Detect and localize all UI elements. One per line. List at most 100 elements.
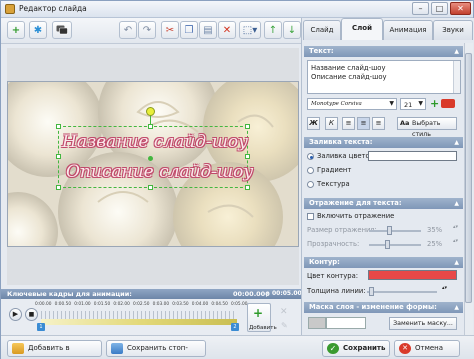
texture-radio[interactable] — [307, 181, 314, 188]
edit-keyframe-icon[interactable]: ✎ — [281, 321, 288, 330]
timeline-tick-label: 0:00.50 — [54, 302, 72, 307]
template-icon — [12, 343, 24, 354]
resize-handle-tr[interactable] — [245, 124, 250, 129]
collapse-icon: ▲ — [454, 200, 459, 207]
reflection-section-header[interactable]: Отражение для текста: ▲ — [304, 198, 463, 209]
keyframe-marker-start[interactable]: 1 — [37, 323, 45, 331]
minimize-icon[interactable]: – — [412, 2, 429, 15]
text-content-field[interactable]: Название слайд-шоу Описание слайд-шоу — [307, 60, 461, 94]
bottom-bar: Добавить в шаблоны Сохранить стоп-кадр ✓… — [1, 335, 474, 359]
title-bar: Редактор слайда – □ ✕ — [1, 1, 473, 18]
tab-slide[interactable]: Слайд — [303, 20, 341, 40]
texture-label: Текстура — [317, 180, 350, 188]
mask-section-header[interactable]: Маска слоя - изменение формы: ▲ — [304, 302, 463, 313]
close-icon[interactable]: ✕ — [450, 2, 471, 15]
align-left-icon[interactable]: ≡ — [342, 117, 355, 130]
add-to-templates-button[interactable]: Добавить в шаблоны — [7, 340, 102, 357]
center-point[interactable] — [148, 156, 153, 161]
resize-handle-tl[interactable] — [56, 124, 61, 129]
rotate-handle[interactable] — [146, 107, 155, 116]
fill-color-swatch[interactable] — [368, 151, 457, 161]
font-select[interactable]: Monotype Corsiva ▼ — [307, 98, 397, 110]
delete-icon[interactable]: ✕ — [218, 21, 236, 39]
collapse-icon: ▲ — [454, 259, 459, 266]
choose-style-button[interactable]: Aa Выбрать стиль — [397, 117, 457, 138]
play-icon[interactable]: ▶ — [9, 308, 22, 321]
save-frame-button[interactable]: Сохранить стоп-кадр — [106, 340, 206, 357]
save-frame-label: Сохранить стоп-кадр — [127, 344, 188, 352]
cancel-label: Отмена — [415, 344, 444, 352]
reflection-opacity-label: Прозрачность: — [307, 240, 360, 248]
timeline-tick-label: 0:01.50 — [93, 302, 111, 307]
outline-color-swatch[interactable] — [368, 270, 457, 280]
text-scrollbar[interactable] — [453, 61, 460, 93]
outline-color-label: Цвет контура: — [307, 272, 359, 280]
chat-icon[interactable] — [52, 21, 72, 39]
change-mask-button[interactable]: Заменить маску... — [389, 317, 457, 330]
undo-icon[interactable]: ↶ — [119, 21, 137, 39]
maximize-icon[interactable]: □ — [431, 2, 448, 15]
resize-handle-r[interactable] — [245, 154, 250, 159]
collapse-icon: ▲ — [454, 304, 459, 311]
panel-scroll-thumb[interactable] — [465, 53, 472, 303]
star-icon[interactable]: ✱ — [29, 21, 47, 39]
redo-icon[interactable]: ↷ — [138, 21, 156, 39]
paste-icon[interactable]: ▤ — [199, 21, 217, 39]
decrease-font-icon[interactable] — [441, 99, 455, 108]
chevron-down-icon: ▼ — [418, 100, 423, 107]
copy-icon[interactable]: ❐ — [180, 21, 198, 39]
reflection-opacity-thumb[interactable] — [385, 240, 390, 249]
tab-sounds[interactable]: Звуки — [433, 20, 473, 40]
cut-icon[interactable]: ✂ — [161, 21, 179, 39]
keyframe-track[interactable] — [41, 319, 237, 325]
keyframe-marker-end[interactable]: 2 — [231, 323, 239, 331]
italic-icon[interactable]: К — [325, 117, 338, 130]
delete-keyframe-icon[interactable]: ✕ — [280, 307, 288, 317]
move-up-icon[interactable]: ↑ — [264, 21, 282, 39]
slide-subtitle-text[interactable]: Описание слайд-шоу — [66, 162, 253, 182]
reflection-size-track[interactable] — [369, 230, 421, 232]
frame-icon — [111, 343, 123, 354]
font-size-select[interactable]: 21 ▼ — [400, 98, 426, 110]
text-section-header[interactable]: Текст: ▲ — [304, 46, 463, 57]
outline-section-header[interactable]: Контур: ▲ — [304, 257, 463, 268]
reflection-size-label: Размер отражения: — [307, 226, 377, 234]
tab-layer[interactable]: Слой — [341, 18, 383, 40]
slide-preview[interactable]: Название слайд-шоу Описание слайд-шоу — [7, 81, 299, 247]
timeline-tick-label: 0:02.50 — [133, 302, 150, 307]
text-section-title: Текст: — [309, 47, 334, 55]
gradient-radio[interactable] — [307, 167, 314, 174]
align-right-icon[interactable]: ≡ — [372, 117, 385, 130]
collapse-icon: ▲ — [454, 139, 459, 146]
enable-reflection-checkbox[interactable] — [307, 213, 314, 220]
resize-handle-bl[interactable] — [56, 185, 61, 190]
size-spin-icon[interactable]: ▴▾ — [453, 224, 458, 230]
select-icon[interactable]: ⬚▾ — [239, 21, 261, 39]
fill-section-header[interactable]: Заливка текста: ▲ — [304, 137, 463, 148]
window-title: Редактор слайда — [19, 4, 87, 13]
outline-section-title: Контур: — [309, 258, 340, 266]
add-slide-icon[interactable]: + — [7, 21, 25, 39]
width-spin-icon[interactable]: ▴▾ — [442, 285, 447, 291]
resize-handle-l[interactable] — [56, 154, 61, 159]
timeline-tick-label: 0:05.00 — [231, 302, 248, 307]
line-width-thumb[interactable] — [369, 287, 374, 296]
resize-handle-b[interactable] — [148, 185, 153, 190]
save-button[interactable]: ✓ Сохранить — [322, 340, 390, 357]
opacity-spin-icon[interactable]: ▴▾ — [453, 238, 458, 244]
line-width-track[interactable] — [367, 291, 437, 293]
move-down-icon[interactable]: ↓ — [283, 21, 301, 39]
resize-handle-br[interactable] — [245, 185, 250, 190]
fill-color-radio[interactable] — [307, 153, 314, 160]
align-center-icon[interactable]: ≡ — [357, 117, 370, 130]
slide-title-text[interactable]: Название слайд-шоу — [62, 132, 248, 152]
increase-font-icon[interactable]: + — [430, 97, 439, 110]
reflection-size-thumb[interactable] — [387, 226, 392, 235]
mask-preview-gray — [308, 317, 326, 329]
cancel-button[interactable]: ✕ Отмена — [394, 340, 460, 357]
italic-bold-icon[interactable]: Ж — [307, 117, 320, 130]
reflection-opacity-track[interactable] — [369, 244, 421, 246]
add-keyframe-button[interactable]: + Добавить — [247, 303, 277, 332]
enable-reflection-label: Включить отражение — [317, 212, 395, 220]
tab-animation[interactable]: Анимация — [383, 20, 433, 40]
